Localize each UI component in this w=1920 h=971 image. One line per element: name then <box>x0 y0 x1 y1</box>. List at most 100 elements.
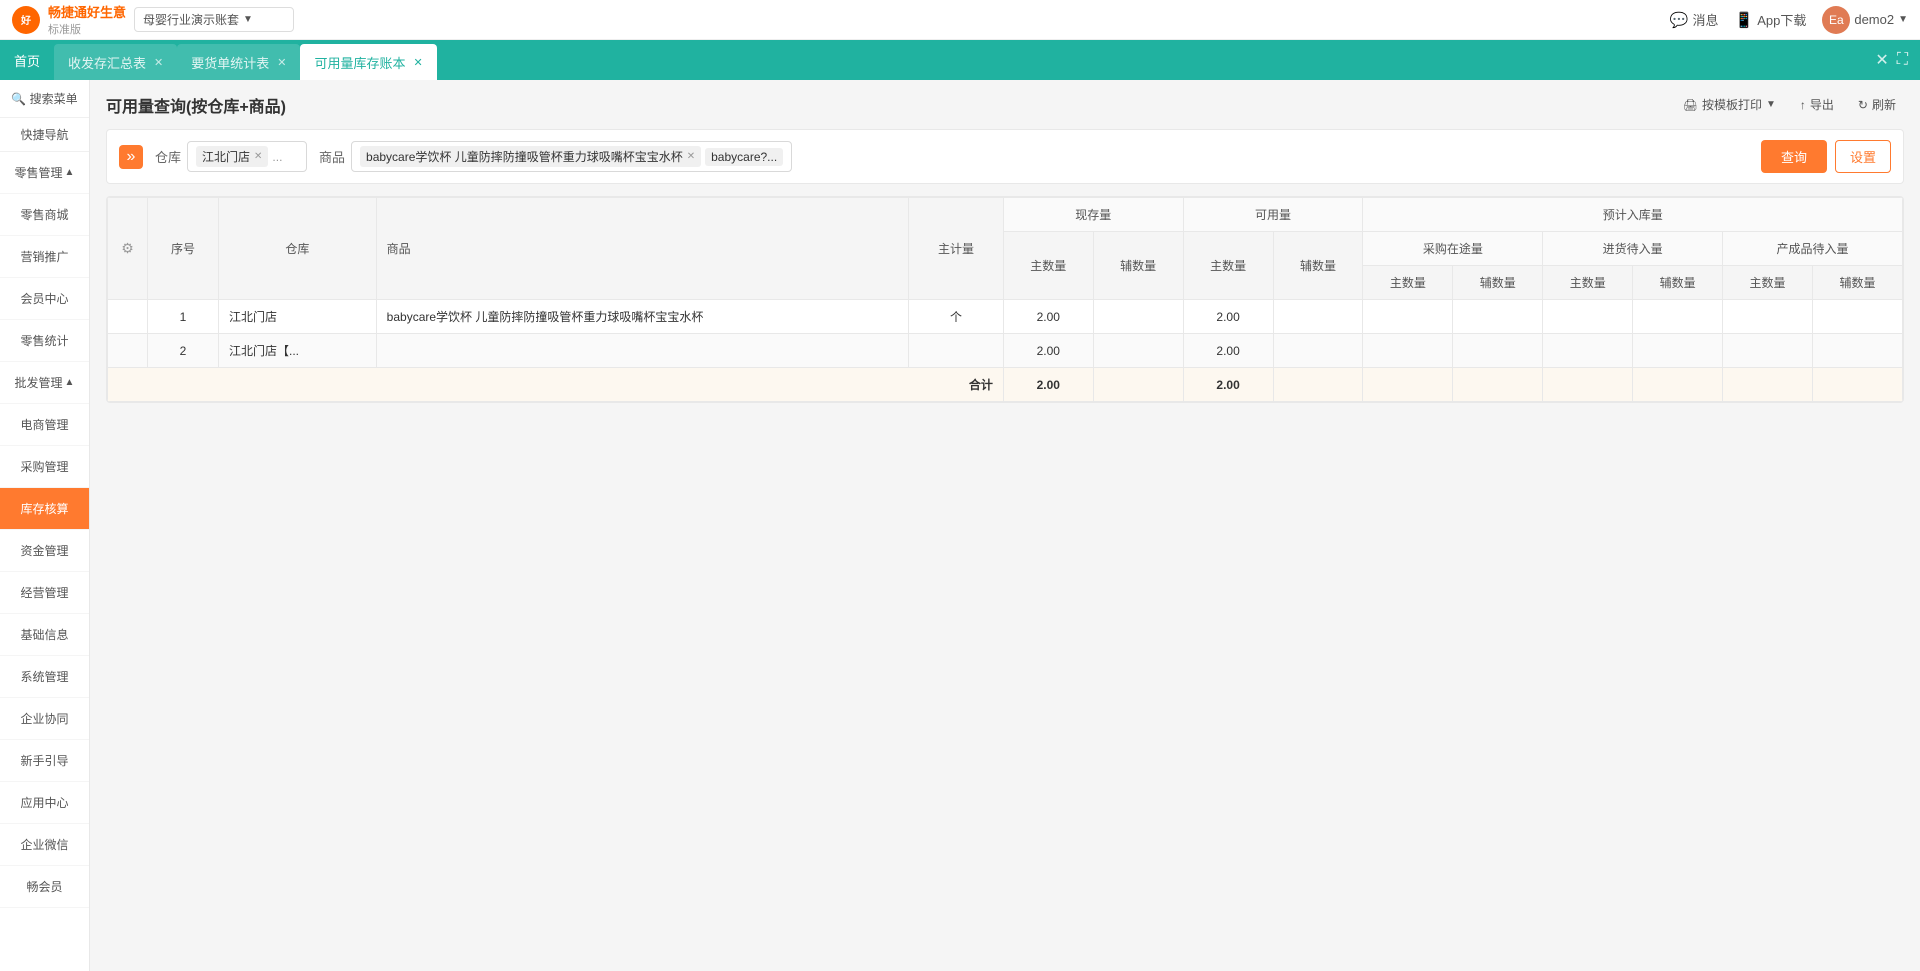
sidebar-retail-stat-label: 零售统计 <box>20 332 68 349</box>
sidebar-item-member-app[interactable]: 畅会员 <box>0 866 89 908</box>
sidebar-marketing-label: 营销推广 <box>20 248 68 265</box>
filter-expand-button[interactable]: » <box>119 145 143 169</box>
expand-icon[interactable]: ⛶ <box>1897 51 1908 69</box>
tab-available-stock-close[interactable]: ✕ <box>414 56 423 69</box>
account-label: 母婴行业演示账套 <box>143 11 239 28</box>
th-available-group: 可用量 <box>1183 198 1363 232</box>
sidebar-item-app-center[interactable]: 应用中心 <box>0 782 89 824</box>
footer-total-row: 合计 2.00 2.00 <box>108 368 1903 402</box>
footer-incoming-aux-total <box>1633 368 1723 402</box>
app-download-label: App下载 <box>1757 10 1806 29</box>
product-input[interactable]: babycare学饮杯 儿童防摔防撞吸管杯重力球吸嘴杯宝宝水杯 ✕ babyca… <box>351 141 792 172</box>
query-button[interactable]: 查询 <box>1761 140 1827 173</box>
warehouse-more-indicator[interactable]: ... <box>272 150 282 164</box>
settings-icon[interactable]: ⚙ <box>121 240 134 256</box>
tab-home[interactable]: 首页 <box>0 40 54 80</box>
th-prod-main: 主数量 <box>1723 266 1813 300</box>
sidebar-purchase-label: 采购管理 <box>20 458 68 475</box>
logo-area: 好 畅捷通好生意 标准版 母婴行业演示账套 ▼ <box>12 2 294 37</box>
account-dropdown[interactable]: 母婴行业演示账套 ▼ <box>134 7 294 32</box>
sidebar-item-retail-stat[interactable]: 零售统计 <box>0 320 89 362</box>
cell-pur-transit-main-0 <box>1363 300 1453 334</box>
sidebar-item-enterprise[interactable]: 企业协同 <box>0 698 89 740</box>
sidebar-item-ecommerce[interactable]: 电商管理 <box>0 404 89 446</box>
footer-incoming-main-total <box>1543 368 1633 402</box>
sidebar-item-basic-info[interactable]: 基础信息 <box>0 614 89 656</box>
sidebar-item-member[interactable]: 会员中心 <box>0 278 89 320</box>
user-profile[interactable]: Ea demo2 ▼ <box>1822 6 1908 34</box>
user-chevron-icon: ▼ <box>1898 14 1908 25</box>
sidebar-item-ops-mgmt[interactable]: 经营管理 <box>0 572 89 614</box>
th-main-unit: 主计量 <box>909 198 1004 300</box>
sidebar-member-label: 会员中心 <box>20 290 68 307</box>
sidebar-item-enterprise-wechat[interactable]: 企业微信 <box>0 824 89 866</box>
refresh-label: 刷新 <box>1872 96 1896 113</box>
cell-warehouse-0: 江北门店 <box>218 300 376 334</box>
sidebar-inventory-label: 库存核算 <box>20 500 68 517</box>
settings-button[interactable]: 设置 <box>1835 140 1891 173</box>
sidebar-quick-nav[interactable]: 快捷导航 <box>0 118 89 152</box>
message-button[interactable]: 💬 消息 <box>1670 10 1719 29</box>
footer-total-label: 合计 <box>108 368 1004 402</box>
tab-order-stat-close[interactable]: ✕ <box>277 56 286 69</box>
sidebar-item-sys-mgmt[interactable]: 系统管理 <box>0 656 89 698</box>
filter-actions: 查询 设置 <box>1761 140 1891 173</box>
th-avail-main: 主数量 <box>1183 232 1273 300</box>
sidebar-item-retail-mgmt[interactable]: 零售管理 ▲ <box>0 152 89 194</box>
product-filter: 商品 babycare学饮杯 儿童防摔防撞吸管杯重力球吸嘴杯宝宝水杯 ✕ bab… <box>319 141 792 172</box>
page-content: 可用量查询(按仓库+商品) 🖨 按模板打印 ▼ ↑ 导出 ↻ 刷新 <box>90 80 1920 971</box>
product-tag-2-label: babycare?... <box>711 150 777 164</box>
sidebar-wholesale-mgmt-label: 批发管理 <box>15 374 63 391</box>
sidebar-item-new-guide[interactable]: 新手引导 <box>0 740 89 782</box>
cell-gear-1 <box>108 334 148 368</box>
footer-prod-aux-total <box>1812 368 1902 402</box>
product-label: 商品 <box>319 147 345 166</box>
table-row: 2 江北门店【... 2.00 2.00 <box>108 334 1903 368</box>
tab-order-stat[interactable]: 要货单统计表 ✕ <box>177 44 300 80</box>
sidebar-item-retail-store[interactable]: 零售商城 <box>0 194 89 236</box>
sidebar-retail-store-label: 零售商城 <box>20 206 68 223</box>
refresh-button[interactable]: ↻ 刷新 <box>1850 92 1904 117</box>
th-incoming-aux: 辅数量 <box>1633 266 1723 300</box>
sidebar-item-finance[interactable]: 资金管理 <box>0 530 89 572</box>
sidebar-item-marketing[interactable]: 营销推广 <box>0 236 89 278</box>
warehouse-input[interactable]: 江北门店 ✕ ... <box>187 141 307 172</box>
sidebar: 🔍 搜索菜单 快捷导航 零售管理 ▲ 零售商城 营销推广 会员中心 零售统计 批… <box>0 80 90 971</box>
expand-filter-icon: » <box>127 148 136 166</box>
cell-stock-main-1: 2.00 <box>1003 334 1093 368</box>
sidebar-item-wholesale-mgmt[interactable]: 批发管理 ▲ <box>0 362 89 404</box>
sidebar-item-purchase[interactable]: 采购管理 <box>0 446 89 488</box>
app-download-button[interactable]: 📱 App下载 <box>1735 10 1807 29</box>
tab-receive-send[interactable]: 收发存汇总表 ✕ <box>54 44 177 80</box>
th-production-group: 产成品待入量 <box>1723 232 1903 266</box>
footer-stock-main-total: 2.00 <box>1003 368 1093 402</box>
sidebar-basic-info-label: 基础信息 <box>20 626 68 643</box>
tab-receive-send-close[interactable]: ✕ <box>154 56 163 69</box>
cell-incoming-main-1 <box>1543 334 1633 368</box>
quick-nav-label: 快捷导航 <box>20 128 68 142</box>
warehouse-label: 仓库 <box>155 147 181 166</box>
print-label: 按模板打印 <box>1702 96 1762 113</box>
print-button[interactable]: 🖨 按模板打印 ▼ <box>1675 92 1784 117</box>
cell-incoming-aux-1 <box>1633 334 1723 368</box>
close-all-tabs-icon[interactable]: ✕ <box>1875 50 1888 70</box>
sidebar-search[interactable]: 🔍 搜索菜单 <box>0 80 89 118</box>
product-tag-1-remove-icon[interactable]: ✕ <box>687 151 695 162</box>
avatar: Ea <box>1822 6 1850 34</box>
cell-avail-main-1: 2.00 <box>1183 334 1273 368</box>
export-button[interactable]: ↑ 导出 <box>1792 92 1842 117</box>
cell-prod-aux-1 <box>1812 334 1902 368</box>
th-warehouse: 仓库 <box>218 198 376 300</box>
page-title-bar: 可用量查询(按仓库+商品) 🖨 按模板打印 ▼ ↑ 导出 ↻ 刷新 <box>106 92 1904 117</box>
footer-avail-aux-total <box>1273 368 1363 402</box>
warehouse-tag-remove-icon[interactable]: ✕ <box>254 151 262 162</box>
export-icon: ↑ <box>1800 98 1806 112</box>
tab-receive-send-label: 收发存汇总表 <box>68 53 146 72</box>
tab-home-label: 首页 <box>14 51 40 70</box>
tab-available-stock-label: 可用量库存账本 <box>314 53 405 72</box>
cell-avail-aux-1 <box>1273 334 1363 368</box>
th-stock-group: 现存量 <box>1003 198 1183 232</box>
th-pur-transit-group: 采购在途量 <box>1363 232 1543 266</box>
sidebar-item-inventory[interactable]: 库存核算 <box>0 488 89 530</box>
tab-available-stock[interactable]: 可用量库存账本 ✕ <box>300 44 436 80</box>
